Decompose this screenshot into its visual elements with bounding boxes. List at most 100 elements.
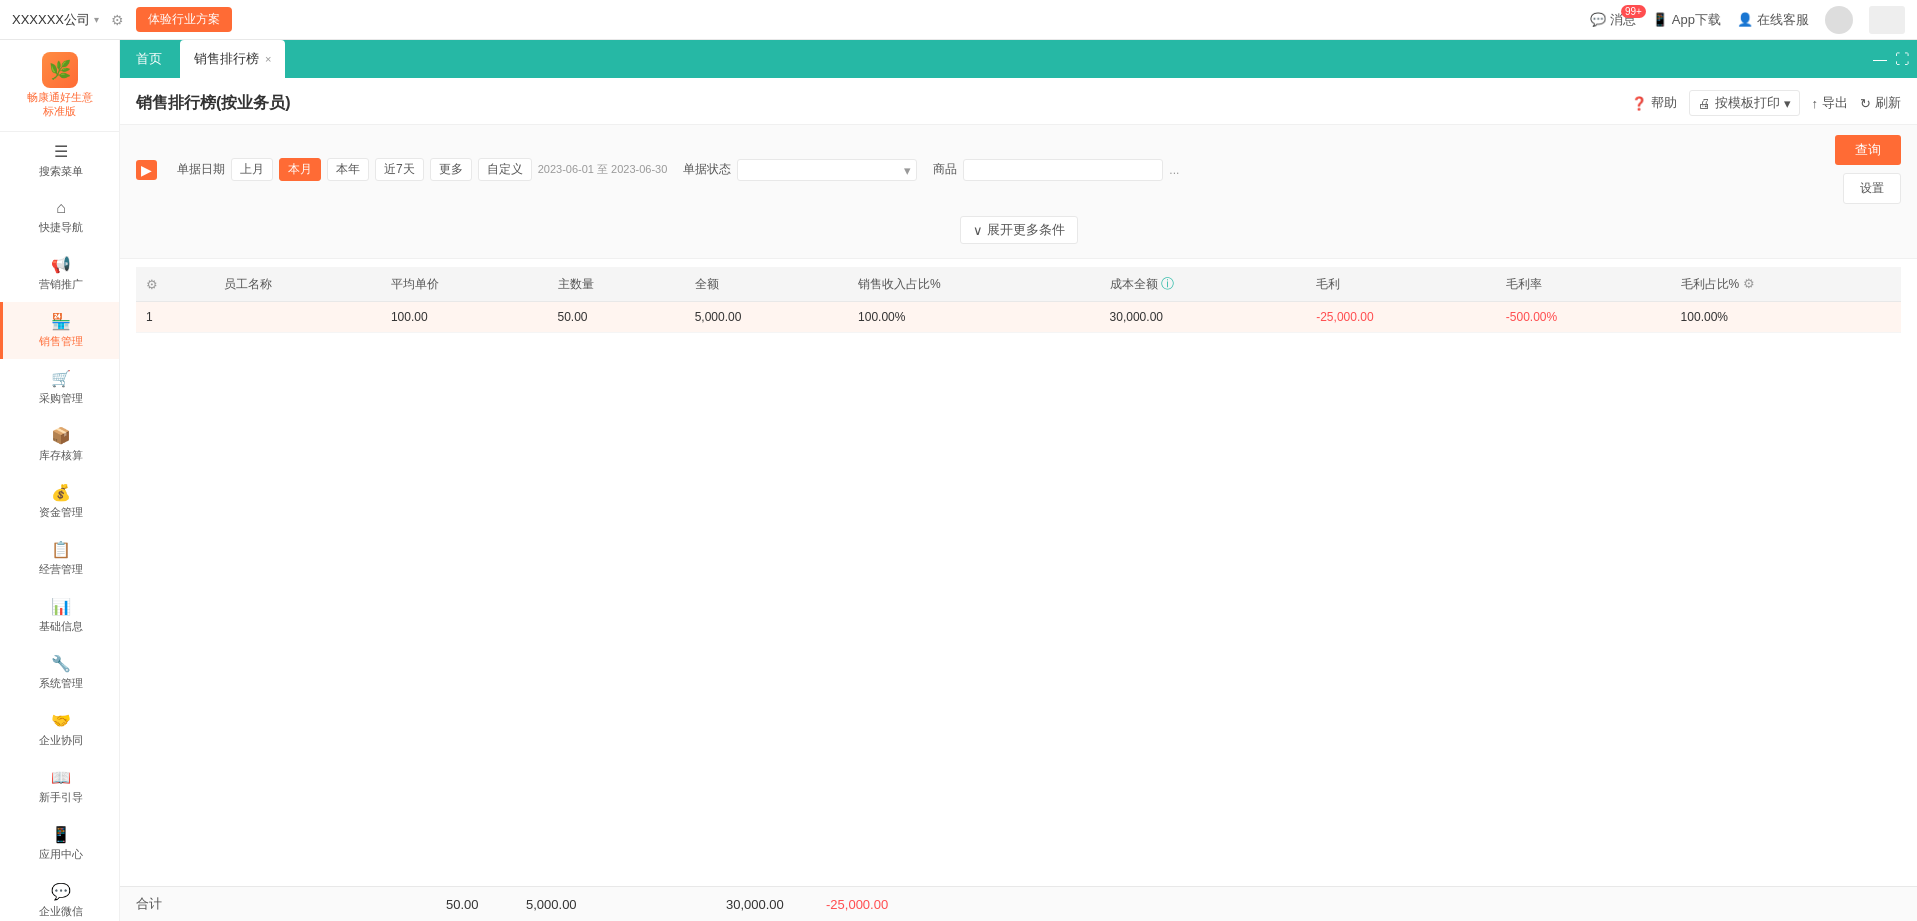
wechat-icon: 💬 xyxy=(51,882,71,901)
expand-more-button[interactable]: ∨ 展开更多条件 xyxy=(960,216,1078,244)
sidebar-item-sales[interactable]: 🏪 销售管理 xyxy=(0,302,119,359)
date-filter-label: 单据日期 xyxy=(177,161,225,178)
table-row: 1 100.00 50.00 5,000.00 100.00% 30,000.0… xyxy=(136,302,1901,333)
date-7days-btn[interactable]: 近7天 xyxy=(375,158,424,181)
date-prev-btn[interactable]: 上月 xyxy=(231,158,273,181)
cell-amount: 5,000.00 xyxy=(685,302,848,333)
settings-button[interactable]: 设置 xyxy=(1843,173,1901,204)
tab-home[interactable]: 首页 xyxy=(120,40,178,78)
sidebar-item-label: 采购管理 xyxy=(39,391,83,406)
filter-row: ▶ 单据日期 上月 本月 本年 近7天 更多 自定义 2023-06-01 至 … xyxy=(136,135,1901,204)
sidebar-item-purchase[interactable]: 🛒 采购管理 xyxy=(0,359,119,416)
logo-text: 畅康通好生意标准版 xyxy=(27,90,93,119)
sidebar-item-quick-nav[interactable]: ⌂ 快捷导航 xyxy=(0,189,119,245)
finance-icon: 💰 xyxy=(51,483,71,502)
guide-icon: 📖 xyxy=(51,768,71,787)
filter-toggle-icon[interactable]: ▶ xyxy=(136,160,157,180)
table-area: ⚙ 员工名称 平均单价 主数量 全额 销售收入占比% 成本全额 ⓘ 毛利 毛利率… xyxy=(120,259,1917,886)
col-settings[interactable]: ⚙ xyxy=(136,267,214,302)
gross-pct-settings-icon[interactable]: ⚙ xyxy=(1743,276,1755,291)
tab-fullscreen-icon[interactable]: ⛶ xyxy=(1895,51,1909,67)
print-button[interactable]: 🖨 按模板打印 ▾ xyxy=(1689,90,1800,116)
goods-filter-group: 商品 ... xyxy=(933,159,1179,181)
service-label: 在线客服 xyxy=(1757,11,1809,29)
export-button[interactable]: ↑ 导出 xyxy=(1812,94,1849,112)
top-bar-right: 💬 消息 99+ 📱 App下载 👤 在线客服 xyxy=(1590,6,1905,34)
app-label: App下载 xyxy=(1672,11,1721,29)
company-chevron-icon: ▾ xyxy=(94,14,99,25)
status-select-wrapper xyxy=(737,159,917,181)
col-cost: 成本全额 ⓘ xyxy=(1100,267,1307,302)
sidebar-item-enterprise[interactable]: 🤝 企业协同 xyxy=(0,701,119,758)
sidebar-item-label: 搜索菜单 xyxy=(39,164,83,179)
logo-icon: 🌿 xyxy=(42,52,78,88)
expand-label: 展开更多条件 xyxy=(987,221,1065,239)
sidebar-item-basic-info[interactable]: 📊 基础信息 xyxy=(0,587,119,644)
tab-sales-ranking[interactable]: 销售排行榜 × xyxy=(180,40,285,78)
cost-info-icon[interactable]: ⓘ xyxy=(1161,276,1174,291)
sidebar-item-finance[interactable]: 💰 资金管理 xyxy=(0,473,119,530)
sidebar-item-search-order[interactable]: ☰ 搜索菜单 xyxy=(0,132,119,189)
date-custom-btn[interactable]: 自定义 xyxy=(478,158,532,181)
goods-filter-label: 商品 xyxy=(933,161,957,178)
trial-button[interactable]: 体验行业方案 xyxy=(136,7,232,32)
app-center-icon: 📱 xyxy=(51,825,71,844)
sidebar-item-wechat[interactable]: 💬 企业微信 xyxy=(0,872,119,921)
service-icon: 👤 xyxy=(1737,12,1753,27)
help-button[interactable]: ❓ 帮助 xyxy=(1631,94,1677,112)
refresh-button[interactable]: ↻ 刷新 xyxy=(1860,94,1901,112)
col-avg-price: 平均单价 xyxy=(381,267,548,302)
col-gross-pct: 毛利占比% ⚙ xyxy=(1671,267,1901,302)
help-label: 帮助 xyxy=(1651,94,1677,112)
tab-label: 销售排行榜 xyxy=(194,50,259,68)
online-service-button[interactable]: 👤 在线客服 xyxy=(1737,11,1809,29)
status-select[interactable] xyxy=(737,159,917,181)
goods-input[interactable] xyxy=(963,159,1163,181)
col-sales-pct: 销售收入占比% xyxy=(848,267,1100,302)
print-chevron-icon: ▾ xyxy=(1784,96,1791,111)
tab-close-icon[interactable]: × xyxy=(265,53,271,65)
marketing-icon: 📢 xyxy=(51,255,71,274)
sidebar-item-inventory[interactable]: 📦 库存核算 xyxy=(0,416,119,473)
date-current-btn[interactable]: 本月 xyxy=(279,158,321,181)
app-icon: 📱 xyxy=(1652,12,1668,27)
purchase-icon: 🛒 xyxy=(51,369,71,388)
filter-expand-row: ∨ 展开更多条件 xyxy=(136,204,1901,248)
sidebar-item-label: 基础信息 xyxy=(39,619,83,634)
sidebar-item-guide[interactable]: 📖 新手引导 xyxy=(0,758,119,815)
cell-gross: -25,000.00 xyxy=(1306,302,1496,333)
operations-icon: 📋 xyxy=(51,540,71,559)
sidebar-item-operations[interactable]: 📋 经营管理 xyxy=(0,530,119,587)
basic-info-icon: 📊 xyxy=(51,597,71,616)
sidebar-item-system[interactable]: 🔧 系统管理 xyxy=(0,644,119,701)
total-gross: -25,000.00 xyxy=(816,897,916,912)
refresh-icon: ↻ xyxy=(1860,96,1871,111)
company-selector[interactable]: XXXXXX公司 ▾ xyxy=(12,11,99,29)
data-table: ⚙ 员工名称 平均单价 主数量 全额 销售收入占比% 成本全额 ⓘ 毛利 毛利率… xyxy=(136,267,1901,333)
col-gross: 毛利 xyxy=(1306,267,1496,302)
app-download-button[interactable]: 📱 App下载 xyxy=(1652,11,1721,29)
total-row: 合计 50.00 5,000.00 30,000.00 -25,000.00 xyxy=(120,886,1917,921)
tab-home-label: 首页 xyxy=(136,50,162,68)
message-button[interactable]: 💬 消息 99+ xyxy=(1590,11,1636,29)
enterprise-icon: 🤝 xyxy=(51,711,71,730)
date-range-display: 2023-06-01 至 2023-06-30 xyxy=(538,162,668,177)
date-filter-group: 单据日期 上月 本月 本年 近7天 更多 自定义 2023-06-01 至 20… xyxy=(177,158,667,181)
sidebar-item-marketing[interactable]: 📢 营销推广 xyxy=(0,245,119,302)
total-amount: 5,000.00 xyxy=(516,897,616,912)
date-year-btn[interactable]: 本年 xyxy=(327,158,369,181)
date-more-btn[interactable]: 更多 xyxy=(430,158,472,181)
sidebar-item-app-center[interactable]: 📱 应用中心 xyxy=(0,815,119,872)
sales-icon: 🏪 xyxy=(51,312,71,331)
status-filter-group: 单据状态 xyxy=(683,159,917,181)
col-settings-icon[interactable]: ⚙ xyxy=(146,277,158,292)
export-icon: ↑ xyxy=(1812,96,1819,111)
avatar[interactable] xyxy=(1825,6,1853,34)
goods-more-icon[interactable]: ... xyxy=(1169,163,1179,177)
expand-arrow[interactable]: ▶ xyxy=(136,160,157,180)
tab-minimize-icon[interactable]: — xyxy=(1873,51,1887,67)
query-button[interactable]: 查询 xyxy=(1835,135,1901,165)
settings-icon[interactable]: ⚙ xyxy=(111,12,124,28)
sidebar-item-label: 快捷导航 xyxy=(39,220,83,235)
sidebar: 🌿 畅康通好生意标准版 ☰ 搜索菜单 ⌂ 快捷导航 📢 营销推广 🏪 销售管理 … xyxy=(0,40,120,921)
